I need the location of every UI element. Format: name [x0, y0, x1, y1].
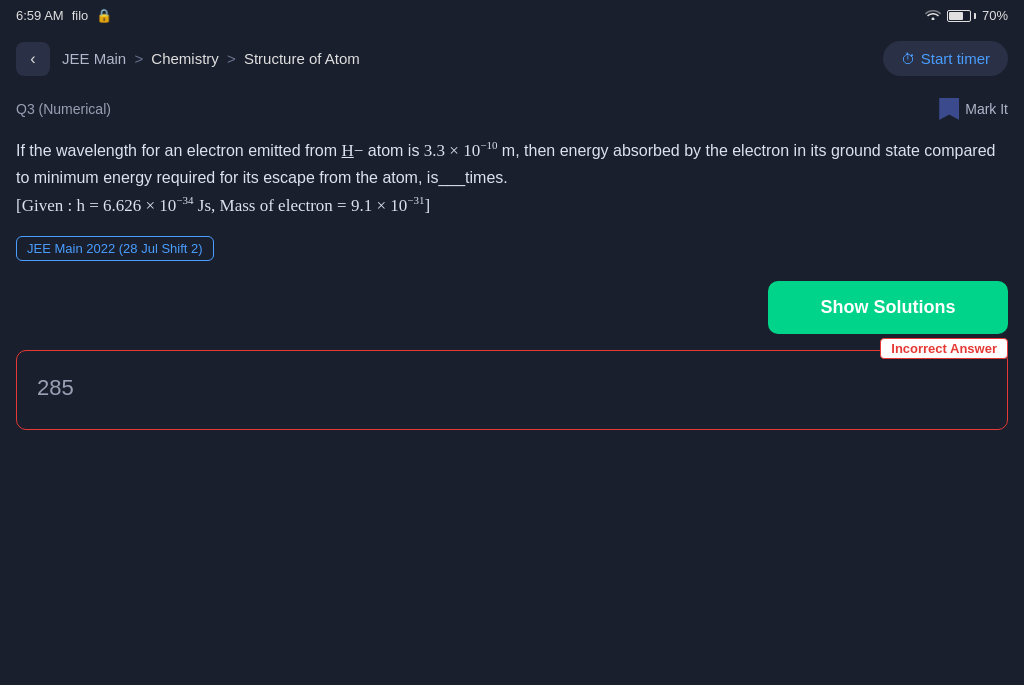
battery-percent: 70% [982, 8, 1008, 23]
question-given: [Given : h = 6.626 × 10−34 Js, Mass of e… [16, 196, 430, 215]
question-text-main: If the wavelength for an electron emitte… [16, 142, 995, 186]
start-timer-label: Start timer [921, 50, 990, 67]
breadcrumb-chemistry: Chemistry [151, 50, 219, 67]
status-left: 6:59 AM filo 🔒 [16, 8, 112, 23]
status-right: 70% [925, 8, 1008, 23]
answer-section: Incorrect Answer 285 [16, 350, 1008, 430]
breadcrumb: JEE Main > Chemistry > Structure of Atom [62, 50, 360, 67]
bookmark-icon [939, 98, 959, 120]
question-label: Q3 (Numerical) [16, 101, 111, 117]
mark-it-button[interactable]: Mark It [939, 98, 1008, 120]
question-body: If the wavelength for an electron emitte… [0, 128, 1024, 236]
actions-row: Show Solutions [0, 281, 1024, 350]
breadcrumb-topic: Structure of Atom [244, 50, 360, 67]
back-button[interactable]: ‹ [16, 42, 50, 76]
formula-H: H− [342, 141, 364, 160]
breadcrumb-sep2: > [227, 50, 236, 67]
mark-it-label: Mark It [965, 101, 1008, 117]
battery-indicator [947, 10, 976, 22]
wifi-icon [925, 8, 941, 23]
app-name: filo [72, 8, 89, 23]
nav-left: ‹ JEE Main > Chemistry > Structure of At… [16, 42, 360, 76]
status-bar: 6:59 AM filo 🔒 70% [0, 0, 1024, 27]
incorrect-label: Incorrect Answer [880, 338, 1008, 359]
answer-value: 285 [37, 375, 74, 400]
answer-box: 285 [16, 350, 1008, 430]
formula-wavelength: 3.3 × 10−10 [424, 141, 498, 160]
nav-bar: ‹ JEE Main > Chemistry > Structure of At… [0, 31, 1024, 86]
tag-section: JEE Main 2022 (28 Jul Shift 2) [0, 236, 1024, 281]
time-display: 6:59 AM [16, 8, 64, 23]
timer-icon: ⏱ [901, 51, 915, 67]
show-solutions-button[interactable]: Show Solutions [768, 281, 1008, 334]
breadcrumb-sep1: > [134, 50, 143, 67]
exam-tag: JEE Main 2022 (28 Jul Shift 2) [16, 236, 214, 261]
breadcrumb-root: JEE Main [62, 50, 126, 67]
lock-icon: 🔒 [96, 8, 112, 23]
start-timer-button[interactable]: ⏱ Start timer [883, 41, 1008, 76]
question-header: Q3 (Numerical) Mark It [0, 86, 1024, 128]
